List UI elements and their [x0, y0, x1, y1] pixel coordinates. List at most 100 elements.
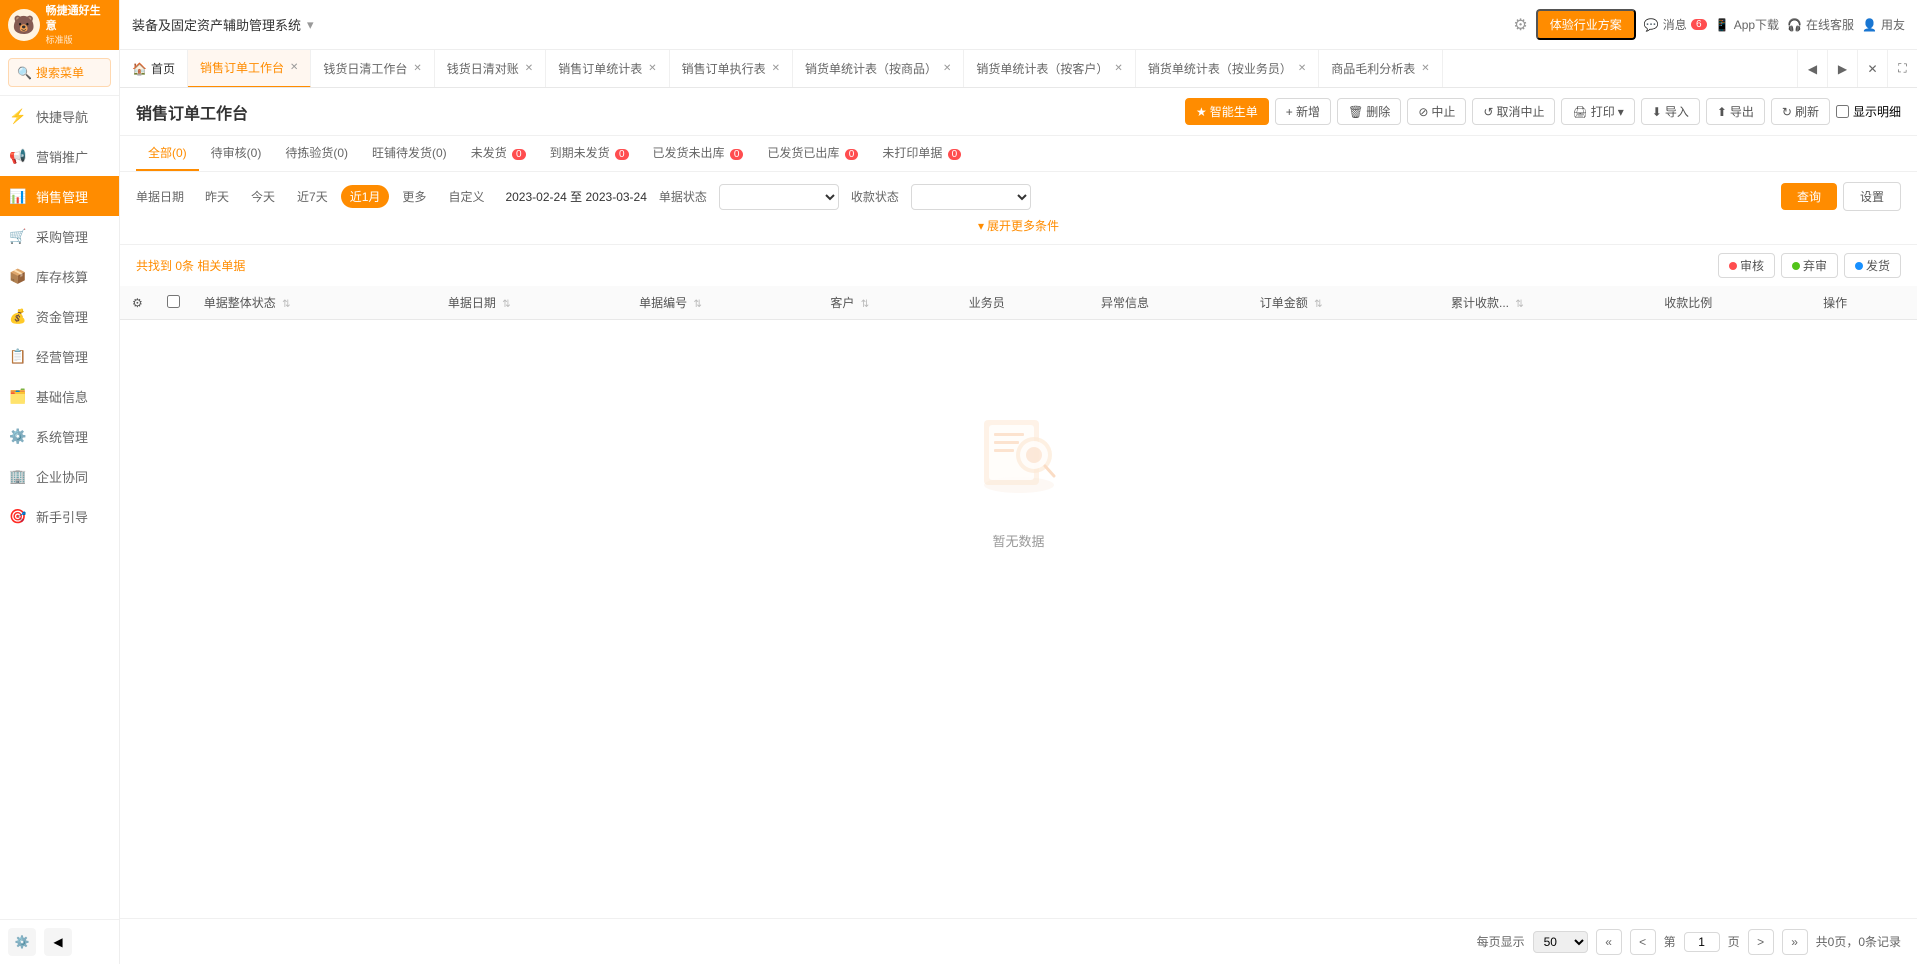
sidebar-item-operations[interactable]: 📋 经营管理 — [0, 336, 119, 376]
tab-close-sales-staff[interactable]: ✕ — [1298, 63, 1306, 74]
print-button[interactable]: 🖨 打印 ▾ — [1561, 98, 1634, 125]
sidebar-item-marketing[interactable]: 📢 营销推广 — [0, 136, 119, 176]
message-button[interactable]: 💬 消息 6 — [1644, 16, 1707, 33]
tab-scroll-right[interactable]: ▶ — [1827, 50, 1857, 88]
tab-sales-workbench[interactable]: 销售订单工作台 ✕ — [188, 50, 311, 88]
solution-button[interactable]: 体验行业方案 — [1536, 9, 1636, 40]
tab-close-all[interactable]: ✕ — [1857, 50, 1887, 88]
tab-maximize[interactable]: ⛶ — [1887, 50, 1917, 88]
subtab-wangpu[interactable]: 旺铺待发货(0) — [360, 136, 459, 171]
subtab-not-printed[interactable]: 未打印单据 0 — [870, 136, 973, 171]
date-btn-today[interactable]: 今天 — [242, 185, 284, 208]
sort-number-icon[interactable]: ⇅ — [693, 299, 701, 310]
show-detail-checkbox[interactable] — [1836, 105, 1849, 118]
first-page-button[interactable]: « — [1596, 929, 1622, 955]
sidebar-item-quick[interactable]: ⚡ 快捷导航 — [0, 96, 119, 136]
tab-close-sales-stat[interactable]: ✕ — [648, 63, 656, 74]
query-button[interactable]: 查询 — [1781, 183, 1837, 210]
payment-filter-select[interactable] — [911, 184, 1031, 210]
unaudit-button[interactable]: 弃审 — [1781, 253, 1838, 278]
tab-close-sales-product[interactable]: ✕ — [943, 63, 951, 74]
tab-sales-exec[interactable]: 销售订单执行表 ✕ — [670, 50, 793, 88]
cancel-stop-button[interactable]: ↺ 取消中止 — [1472, 98, 1555, 125]
data-table-container[interactable]: ⚙ 单据整体状态 ⇅ 单据日期 ⇅ 单据编号 ⇅ 客户 ⇅ 业务员 异常信息 订… — [120, 286, 1917, 918]
smart-create-button[interactable]: ★ 智能生单 — [1185, 98, 1269, 125]
settings-bottom-button[interactable]: ⚙️ — [8, 928, 36, 956]
refresh-button[interactable]: ↻ 刷新 — [1771, 98, 1830, 125]
date-btn-7days[interactable]: 近7天 — [288, 185, 337, 208]
sidebar-item-system[interactable]: ⚙️ 系统管理 — [0, 416, 119, 456]
prev-page-button[interactable]: < — [1630, 929, 1656, 955]
tab-cash-reconcile[interactable]: 钱货日清对账 ✕ — [435, 50, 546, 88]
tab-sales-customer[interactable]: 销货单统计表（按客户） ✕ — [964, 50, 1135, 88]
search-menu-button[interactable]: 🔍 搜索菜单 — [8, 58, 111, 87]
status-filter-select[interactable] — [719, 184, 839, 210]
tab-close-sales-workbench[interactable]: ✕ — [290, 62, 298, 73]
sort-date-icon[interactable]: ⇅ — [502, 299, 510, 310]
subtab-shipped-out[interactable]: 已发货已出库 0 — [755, 136, 870, 171]
sidebar-item-finance[interactable]: 💰 资金管理 — [0, 296, 119, 336]
settings-icon[interactable]: ⚙ — [1513, 15, 1527, 35]
tab-close-cash-reconcile[interactable]: ✕ — [525, 63, 533, 74]
sidebar-item-purchase[interactable]: 🛒 采购管理 — [0, 216, 119, 256]
page-size-select[interactable]: 50 100 200 — [1533, 931, 1588, 953]
expand-filter-button[interactable]: ▾ 展开更多条件 — [978, 217, 1059, 234]
date-btn-yesterday[interactable]: 昨天 — [196, 185, 238, 208]
subtab-shipped-not-out[interactable]: 已发货未出库 0 — [641, 136, 756, 171]
sort-collected-icon[interactable]: ⇅ — [1515, 299, 1523, 310]
message-badge: 6 — [1691, 19, 1707, 30]
sort-customer-icon[interactable]: ⇅ — [861, 299, 869, 310]
add-button[interactable]: + 新增 — [1275, 98, 1331, 125]
subtab-inspect[interactable]: 待拣验货(0) — [273, 136, 360, 171]
user-button[interactable]: 👤 用友 — [1862, 16, 1905, 33]
sidebar-item-sales[interactable]: 📊 销售管理 — [0, 176, 119, 216]
tab-close-cash-daily[interactable]: ✕ — [413, 63, 421, 74]
tab-sales-product[interactable]: 销货单统计表（按商品） ✕ — [793, 50, 964, 88]
sidebar-item-guide[interactable]: 🎯 新手引导 — [0, 496, 119, 536]
tab-close-sales-exec[interactable]: ✕ — [772, 63, 780, 74]
tab-close-margin[interactable]: ✕ — [1421, 63, 1429, 74]
tab-scroll-left[interactable]: ◀ — [1797, 50, 1827, 88]
tab-close-sales-customer[interactable]: ✕ — [1114, 63, 1122, 74]
page-number-input[interactable] — [1684, 932, 1720, 952]
next-page-button[interactable]: > — [1748, 929, 1774, 955]
collapse-button[interactable]: ◀ — [44, 928, 72, 956]
sidebar-item-enterprise[interactable]: 🏢 企业协同 — [0, 456, 119, 496]
subtab-all[interactable]: 全部(0) — [136, 136, 199, 171]
dropdown-icon[interactable]: ▾ — [307, 17, 314, 33]
date-btn-more[interactable]: 更多 — [393, 185, 435, 208]
stop-button[interactable]: ⊘ 中止 — [1407, 98, 1466, 125]
tab-home[interactable]: 🏠 首页 — [120, 50, 188, 88]
delete-button[interactable]: 🗑 删除 — [1337, 98, 1401, 125]
subtab-pending[interactable]: 待审核(0) — [199, 136, 274, 171]
star-icon: ★ — [1196, 105, 1207, 119]
tab-sales-staff[interactable]: 销货单统计表（按业务员） ✕ — [1136, 50, 1319, 88]
empty-text: 暂无数据 — [992, 531, 1044, 550]
last-page-button[interactable]: » — [1782, 929, 1808, 955]
stop-icon: ⊘ — [1418, 105, 1428, 119]
select-all-checkbox[interactable] — [167, 295, 180, 308]
sidebar-item-basic[interactable]: 🗂️ 基础信息 — [0, 376, 119, 416]
audit-button[interactable]: 审核 — [1718, 253, 1775, 278]
date-btn-custom[interactable]: 自定义 — [439, 185, 493, 208]
set-button[interactable]: 设置 — [1843, 182, 1901, 211]
import-button[interactable]: ⬇ 导入 — [1641, 98, 1700, 125]
col-checkbox[interactable] — [155, 286, 192, 320]
subtab-overdue[interactable]: 到期未发货 0 — [538, 136, 641, 171]
app-download-button[interactable]: 📱 App下载 — [1715, 16, 1779, 33]
online-service-button[interactable]: 🎧 在线客服 — [1787, 16, 1854, 33]
ship-button[interactable]: 发货 — [1844, 253, 1901, 278]
col-settings[interactable]: ⚙ — [120, 286, 155, 320]
purchase-icon: 🛒 — [8, 226, 28, 246]
show-detail-label[interactable]: 显示明细 — [1836, 103, 1901, 120]
sidebar-item-inventory[interactable]: 📦 库存核算 — [0, 256, 119, 296]
tab-margin[interactable]: 商品毛利分析表 ✕ — [1319, 50, 1442, 88]
app-name: 畅捷通好生意 — [46, 4, 111, 33]
tab-cash-daily[interactable]: 钱货日清工作台 ✕ — [311, 50, 434, 88]
tab-sales-stat[interactable]: 销售订单统计表 ✕ — [546, 50, 669, 88]
sort-amount-icon[interactable]: ⇅ — [1314, 299, 1322, 310]
date-btn-1month[interactable]: 近1月 — [341, 185, 390, 208]
subtab-not-shipped[interactable]: 未发货 0 — [459, 136, 538, 171]
export-button[interactable]: ⬆ 导出 — [1706, 98, 1765, 125]
sort-status-icon[interactable]: ⇅ — [282, 299, 290, 310]
